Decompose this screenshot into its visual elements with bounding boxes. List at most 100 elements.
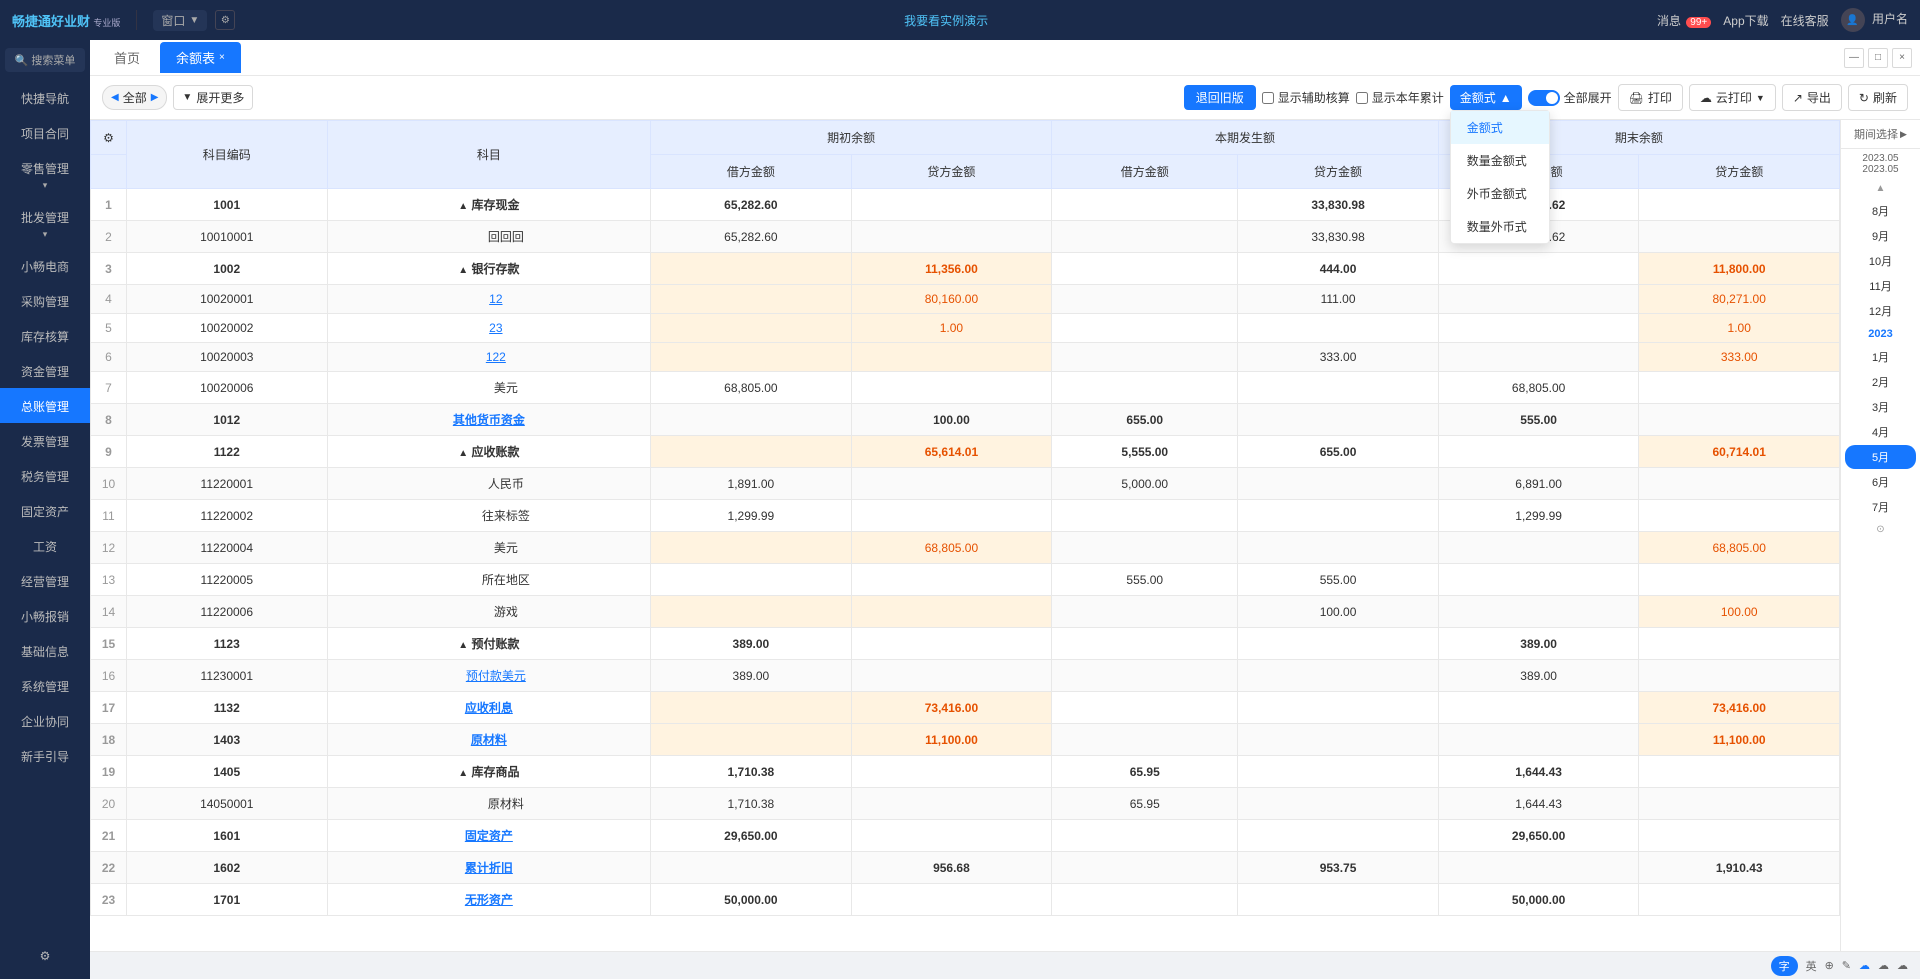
tab-close-btn[interactable]: ×	[1892, 48, 1912, 68]
export-icon: ↗	[1793, 91, 1803, 105]
month-2[interactable]: 2月	[1845, 370, 1916, 394]
sidebar-item-sales[interactable]: 小畅报销	[0, 598, 90, 633]
format-dropdown-wrap: 金额式 ▲ 金额式 数量金额式 外币金额式	[1450, 85, 1522, 110]
format-option-qty-amount[interactable]: 数量金额式	[1451, 144, 1549, 177]
sidebar-item-ledger[interactable]: 总账管理	[0, 388, 90, 423]
cell-per-credit	[1238, 820, 1439, 852]
search-menu-btn[interactable]: 🔍 搜索菜单	[5, 48, 85, 72]
month-10[interactable]: 10月	[1845, 249, 1916, 273]
month-12[interactable]: 12月	[1845, 299, 1916, 323]
status-cloud-icon3[interactable]: ☁	[1897, 959, 1908, 972]
expand-more-btn[interactable]: ▼ 展开更多	[173, 85, 253, 110]
month-9[interactable]: 9月	[1845, 224, 1916, 248]
tab-home[interactable]: 首页	[98, 42, 156, 73]
sidebar-item-capital[interactable]: 资金管理	[0, 353, 90, 388]
sidebar-item-purchase[interactable]: 采购管理	[0, 283, 90, 318]
status-en-btn[interactable]: 英	[1806, 958, 1817, 974]
period-selection-header[interactable]: 期间选择 ▶	[1841, 120, 1920, 149]
th-name: 科目	[327, 121, 651, 189]
top-bar-left: 畅捷通好业财 专业版 窗口 ▼ ⚙	[12, 10, 235, 31]
show-ytd-check[interactable]: 显示本年累计	[1356, 89, 1444, 106]
sidebar-item-inventory[interactable]: 库存核算	[0, 318, 90, 353]
cell-name[interactable]: 应收利息	[327, 692, 651, 724]
table-row: 11001▲ 库存现金65,282.6033,830.9831,451.62	[91, 189, 1840, 221]
sidebar-item-wholesale[interactable]: 批发管理 ▾	[0, 199, 90, 248]
th-settings[interactable]: ⚙	[91, 121, 127, 155]
cell-name[interactable]: 累计折旧	[327, 852, 651, 884]
cell-name[interactable]: 预付款美元	[327, 660, 651, 692]
sidebar-item-settings[interactable]: ⚙	[36, 941, 55, 971]
sidebar-item-retail[interactable]: 零售管理 ▾	[0, 150, 90, 199]
status-cloud-icon2[interactable]: ☁	[1878, 959, 1889, 972]
sidebar-item-payroll[interactable]: 工资	[0, 528, 90, 563]
refresh-btn[interactable]: ↻ 刷新	[1848, 84, 1908, 111]
month-4[interactable]: 4月	[1845, 420, 1916, 444]
content-area: 首页 余额表 × — □ × ◀ 全部 ▶ ▼ 展	[90, 40, 1920, 979]
sidebar-item-invoice[interactable]: 发票管理	[0, 423, 90, 458]
sidebar-item-guide[interactable]: 新手引导	[0, 738, 90, 773]
sidebar-item-basic[interactable]: 基础信息	[0, 633, 90, 668]
format-option-amount[interactable]: 金额式	[1451, 111, 1549, 144]
sidebar-item-project[interactable]: 项目合同	[0, 115, 90, 150]
settings-icon[interactable]: ⚙	[215, 10, 235, 30]
collapse-up-icon[interactable]: ▲	[1841, 179, 1920, 198]
status-edit-icon[interactable]: ✎	[1842, 959, 1851, 972]
message-btn[interactable]: 消息 99+	[1657, 12, 1711, 29]
online-service-btn[interactable]: 在线客服	[1781, 12, 1829, 29]
cell-code: 10020006	[127, 372, 328, 404]
status-lang-btn[interactable]: 字	[1771, 956, 1798, 976]
breadcrumb-btn[interactable]: ◀ 全部 ▶	[102, 85, 167, 110]
sidebar-item-assets[interactable]: 固定资产	[0, 493, 90, 528]
cell-per-debit: 555.00	[1052, 564, 1238, 596]
format-dropdown-btn[interactable]: 金额式 ▲	[1450, 85, 1522, 110]
month-8[interactable]: 8月	[1845, 199, 1916, 223]
tab-balance[interactable]: 余额表 ×	[160, 42, 241, 73]
month-7[interactable]: 7月	[1845, 495, 1916, 519]
ytd-checkbox[interactable]	[1356, 92, 1368, 104]
format-option-qty-foreign[interactable]: 数量外币式	[1451, 210, 1549, 243]
back-old-btn[interactable]: 退回旧版	[1184, 85, 1256, 110]
app-download-btn[interactable]: App下载	[1723, 12, 1768, 29]
tab-close-icon[interactable]: ×	[219, 52, 225, 63]
sidebar-item-system[interactable]: 系统管理	[0, 668, 90, 703]
cell-per-debit	[1052, 500, 1238, 532]
cell-name[interactable]: 12	[327, 285, 651, 314]
demo-link[interactable]: 我要看实例演示	[904, 12, 988, 29]
cell-name[interactable]: 23	[327, 314, 651, 343]
month-3[interactable]: 3月	[1845, 395, 1916, 419]
auxiliary-checkbox[interactable]	[1262, 92, 1274, 104]
cell-op-debit	[651, 852, 852, 884]
expand-all-toggle[interactable]: 全部展开	[1528, 89, 1612, 106]
cell-name[interactable]: 122	[327, 343, 651, 372]
status-zoom-btn[interactable]: ⊕	[1825, 959, 1834, 972]
sidebar-item-quicknav[interactable]: 快捷导航	[0, 80, 90, 115]
print-btn[interactable]: 🖨 打印	[1618, 84, 1683, 111]
user-avatar[interactable]: 👤 用户名	[1841, 8, 1908, 32]
collapse-down-icon[interactable]: ⊙	[1841, 520, 1920, 539]
cell-name[interactable]: 无形资产	[327, 884, 651, 916]
cell-name[interactable]: 固定资产	[327, 820, 651, 852]
month-5[interactable]: 5月	[1845, 445, 1916, 469]
sidebar-item-operations[interactable]: 经营管理	[0, 563, 90, 598]
export-btn[interactable]: ↗ 导出	[1782, 84, 1842, 111]
cell-name[interactable]: 其他货币资金	[327, 404, 651, 436]
tab-min-btn[interactable]: —	[1844, 48, 1864, 68]
sidebar-item-ecommerce[interactable]: 小畅电商	[0, 248, 90, 283]
status-cloud-icon1[interactable]: ☁	[1859, 959, 1870, 972]
month-1[interactable]: 1月	[1845, 345, 1916, 369]
cell-cl-credit	[1639, 788, 1840, 820]
format-option-foreign[interactable]: 外币金额式	[1451, 177, 1549, 210]
cell-op-credit: 100.00	[851, 404, 1052, 436]
sidebar-item-tax[interactable]: 税务管理	[0, 458, 90, 493]
cell-name: ▲ 库存现金	[327, 189, 651, 221]
sidebar-item-coop[interactable]: 企业协同	[0, 703, 90, 738]
month-6[interactable]: 6月	[1845, 470, 1916, 494]
window-selector[interactable]: 窗口 ▼	[153, 10, 207, 31]
toggle-switch-icon[interactable]	[1528, 90, 1560, 106]
show-auxiliary-check[interactable]: 显示辅助核算	[1262, 89, 1350, 106]
cell-name[interactable]: 原材料	[327, 724, 651, 756]
tab-max-btn[interactable]: □	[1868, 48, 1888, 68]
month-11[interactable]: 11月	[1845, 274, 1916, 298]
cell-op-credit	[851, 660, 1052, 692]
cloud-print-btn[interactable]: ☁ 云打印 ▼	[1689, 84, 1776, 111]
